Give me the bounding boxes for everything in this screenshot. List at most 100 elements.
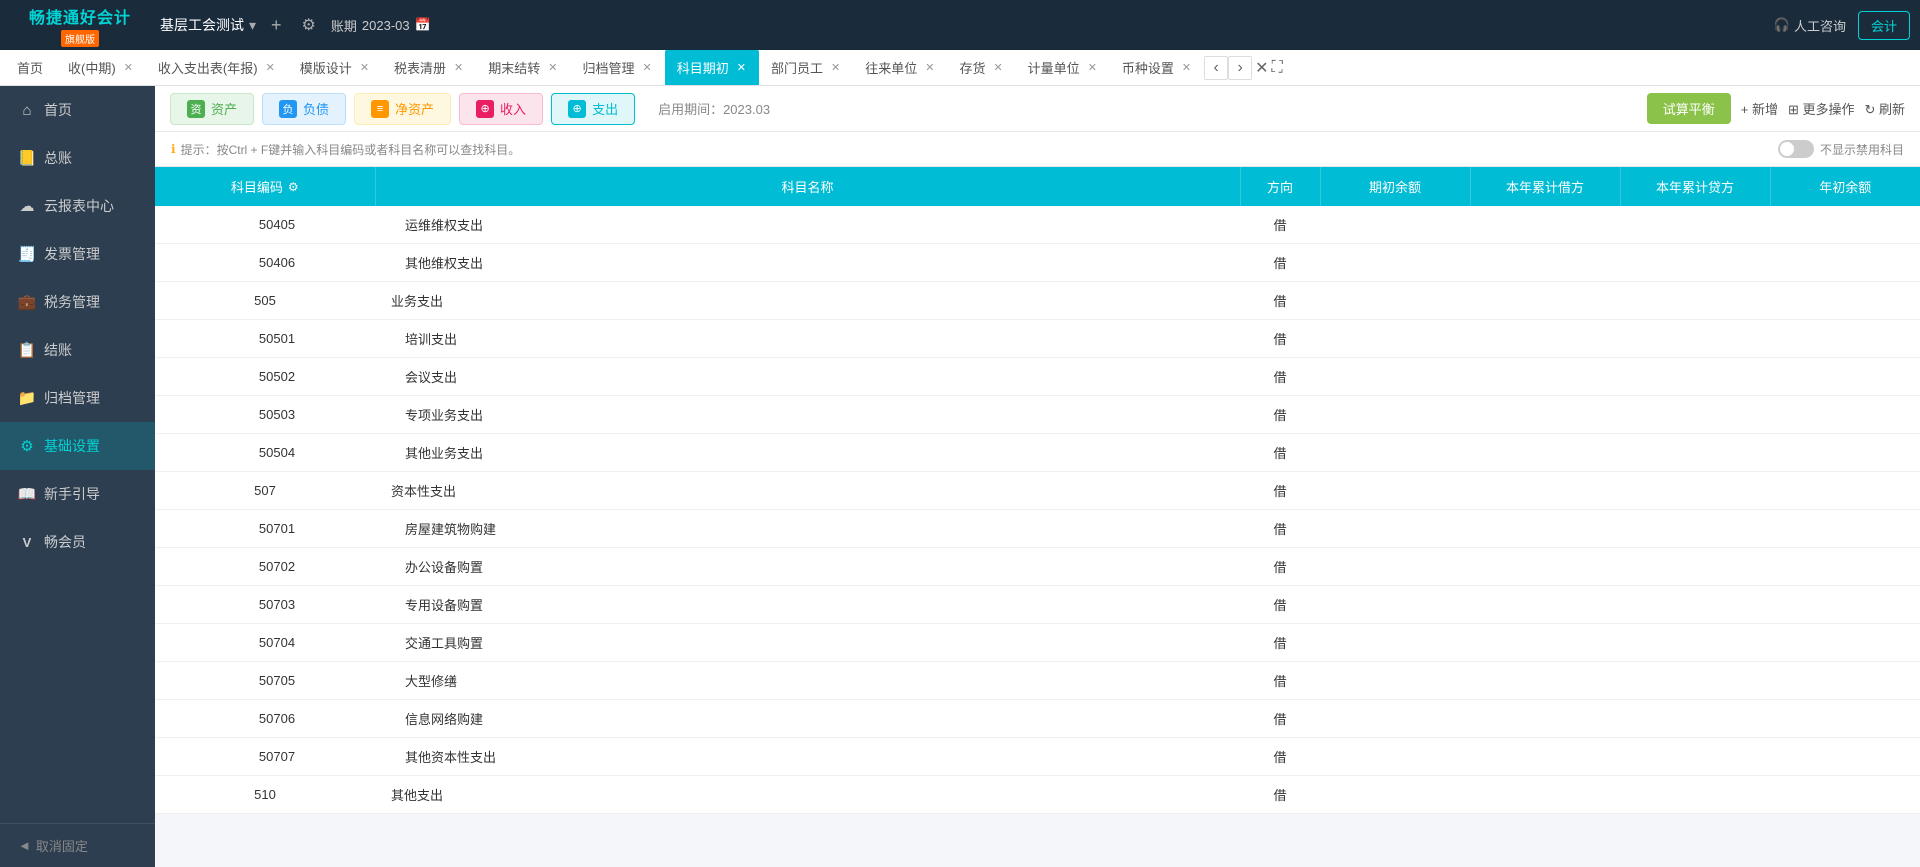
sidebar-general-ledger-label: 总账 xyxy=(44,148,72,168)
tab-currency-close[interactable]: ✕ xyxy=(1182,61,1191,74)
table-row[interactable]: 50704交通工具购置借 xyxy=(155,624,1920,662)
tab-maximize-icon[interactable]: ⛶ xyxy=(1272,59,1283,77)
info-icon: ℹ xyxy=(171,142,176,156)
tab-period-end[interactable]: 期末结转 ✕ xyxy=(476,50,570,86)
calendar-icon[interactable]: 📅 xyxy=(415,17,431,33)
cell-ytd-debit xyxy=(1470,776,1620,814)
add-tab-button[interactable]: + xyxy=(266,15,287,36)
tax-icon: 💼 xyxy=(18,293,36,311)
sub-tab-income[interactable]: ⊕ 收入 xyxy=(459,93,543,125)
sidebar-item-beginner[interactable]: 📖 新手引导 xyxy=(0,470,155,518)
tab-currency-label: 币种设置 xyxy=(1122,58,1174,77)
hint-bar: ℹ 提示：按Ctrl + F键并输入科目编码或者科目名称可以查找科目。 不显示禁… xyxy=(155,132,1920,167)
sidebar-item-general-ledger[interactable]: 📒 总账 xyxy=(0,134,155,182)
sub-tab-net-asset[interactable]: ≡ 净资产 xyxy=(354,93,451,125)
settings-icon: ⚙ xyxy=(18,437,36,455)
tab-subject-init[interactable]: 科目期初 ✕ xyxy=(665,50,759,86)
sidebar-item-tax-mgmt[interactable]: 💼 税务管理 xyxy=(0,278,155,326)
tab-measure-unit[interactable]: 计量单位 ✕ xyxy=(1016,50,1110,86)
tab-nav-next[interactable]: › xyxy=(1228,56,1252,80)
tab-subject-init-close[interactable]: ✕ xyxy=(737,61,746,74)
table-row[interactable]: 50406其他维权支出借 xyxy=(155,244,1920,282)
settings-icon[interactable]: ⚙ xyxy=(297,15,321,35)
table-row[interactable]: 50706信息网络购建借 xyxy=(155,700,1920,738)
tab-template-close[interactable]: ✕ xyxy=(360,61,369,74)
table-row[interactable]: 50503专项业务支出借 xyxy=(155,396,1920,434)
sidebar-item-invoice-mgmt[interactable]: 🧾 发票管理 xyxy=(0,230,155,278)
logo-area: 畅捷通好会计 旗舰版 xyxy=(10,4,150,47)
tab-dept-staff-close[interactable]: ✕ xyxy=(831,61,840,74)
toggle-disabled-subjects[interactable]: 不显示禁用科目 xyxy=(1778,140,1904,158)
table-row[interactable]: 510其他支出借 xyxy=(155,776,1920,814)
asset-icon: 资 xyxy=(187,100,205,118)
tab-income-annual[interactable]: 收入支出表(年报) ✕ xyxy=(146,50,288,86)
tab-contacts-close[interactable]: ✕ xyxy=(925,61,934,74)
tab-income-annual-close[interactable]: ✕ xyxy=(266,61,275,74)
cell-ytd-credit xyxy=(1620,358,1770,396)
cell-period-balance xyxy=(1320,282,1470,320)
sub-tab-net-asset-label: 净资产 xyxy=(395,99,434,118)
cell-year-balance xyxy=(1770,434,1920,472)
ai-consult-button[interactable]: 🎧 人工咨询 xyxy=(1774,16,1846,35)
sidebar-item-settlement[interactable]: 📋 结账 xyxy=(0,326,155,374)
table-row[interactable]: 50707其他资本性支出借 xyxy=(155,738,1920,776)
sidebar-item-home[interactable]: ⌂ 首页 xyxy=(0,86,155,134)
table-row[interactable]: 50701房屋建筑物购建借 xyxy=(155,510,1920,548)
beginner-icon: 📖 xyxy=(18,485,36,503)
tab-period-end-label: 期末结转 xyxy=(488,58,540,77)
more-operations-button[interactable]: ⊞ 更多操作 xyxy=(1788,99,1855,118)
th-settings-icon[interactable]: ⚙ xyxy=(288,180,299,194)
sidebar-item-archive-mgmt[interactable]: 📁 归档管理 xyxy=(0,374,155,422)
tab-period-report[interactable]: 收(中期) ✕ xyxy=(56,50,146,86)
table-row[interactable]: 507资本性支出借 xyxy=(155,472,1920,510)
tab-archive-close[interactable]: ✕ xyxy=(643,61,652,74)
tab-close-all-icon[interactable]: ✕ xyxy=(1255,58,1268,78)
tab-archive[interactable]: 归档管理 ✕ xyxy=(571,50,665,86)
cell-direction: 借 xyxy=(1240,472,1320,510)
tab-inventory-close[interactable]: ✕ xyxy=(993,61,1002,74)
sidebar-item-cloud-report[interactable]: ☁ 云报表中心 xyxy=(0,182,155,230)
net-asset-icon: ≡ xyxy=(371,100,389,118)
table-row[interactable]: 50501培训支出借 xyxy=(155,320,1920,358)
sidebar-item-basic-settings[interactable]: ⚙ 基础设置 xyxy=(0,422,155,470)
tab-tax-clear-close[interactable]: ✕ xyxy=(454,61,463,74)
table-row[interactable]: 50702办公设备购置借 xyxy=(155,548,1920,586)
tab-home[interactable]: 首页 xyxy=(5,50,56,86)
table-row[interactable]: 50504其他业务支出借 xyxy=(155,434,1920,472)
sub-tab-expenditure[interactable]: ⊕ 支出 xyxy=(551,93,635,125)
refresh-button[interactable]: ↻ 刷新 xyxy=(1864,99,1905,118)
table-row[interactable]: 50705大型修缮借 xyxy=(155,662,1920,700)
kuaiji-button[interactable]: 会计 xyxy=(1858,11,1910,40)
tab-nav-prev[interactable]: ‹ xyxy=(1204,56,1228,80)
tab-inventory[interactable]: 存货 ✕ xyxy=(947,50,1015,86)
table-row[interactable]: 505业务支出借 xyxy=(155,282,1920,320)
tab-measure-unit-close[interactable]: ✕ xyxy=(1088,61,1097,74)
th-year-balance: 年初余额 xyxy=(1770,167,1920,206)
sidebar-item-vip[interactable]: V 畅会员 xyxy=(0,518,155,566)
sub-tab-asset-label: 资产 xyxy=(211,99,237,118)
table-row[interactable]: 50502会议支出借 xyxy=(155,358,1920,396)
tab-period-report-close[interactable]: ✕ xyxy=(124,61,133,74)
company-selector[interactable]: 基层工会测试 ▾ xyxy=(160,15,256,35)
tab-tax-clear[interactable]: 税表清册 ✕ xyxy=(382,50,476,86)
tab-period-end-close[interactable]: ✕ xyxy=(548,61,557,74)
tab-tax-clear-label: 税表清册 xyxy=(394,58,446,77)
table-wrapper[interactable]: 科目编码 ⚙ 科目名称 方向 期初余额 本年累计借方 本年累计贷方 年初余额 5… xyxy=(155,167,1920,867)
add-button[interactable]: + 新增 xyxy=(1741,99,1778,118)
sub-tab-asset[interactable]: 资 资产 xyxy=(170,93,254,125)
cell-ytd-credit xyxy=(1620,548,1770,586)
table-row[interactable]: 50703专用设备购置借 xyxy=(155,586,1920,624)
toggle-switch[interactable] xyxy=(1778,140,1814,158)
tab-contacts[interactable]: 往来单位 ✕ xyxy=(853,50,947,86)
cell-ytd-debit xyxy=(1470,738,1620,776)
cell-year-balance xyxy=(1770,624,1920,662)
cell-ytd-credit xyxy=(1620,244,1770,282)
sidebar-collapse-btn[interactable]: ◄ 取消固定 xyxy=(0,823,155,867)
tab-dept-staff[interactable]: 部门员工 ✕ xyxy=(759,50,853,86)
calculate-button[interactable]: 试算平衡 xyxy=(1647,93,1731,124)
cell-year-balance xyxy=(1770,548,1920,586)
table-row[interactable]: 50405运维维权支出借 xyxy=(155,206,1920,244)
tab-template[interactable]: 模版设计 ✕ xyxy=(288,50,382,86)
tab-currency[interactable]: 币种设置 ✕ xyxy=(1110,50,1204,86)
sub-tab-liability[interactable]: 负 负债 xyxy=(262,93,346,125)
